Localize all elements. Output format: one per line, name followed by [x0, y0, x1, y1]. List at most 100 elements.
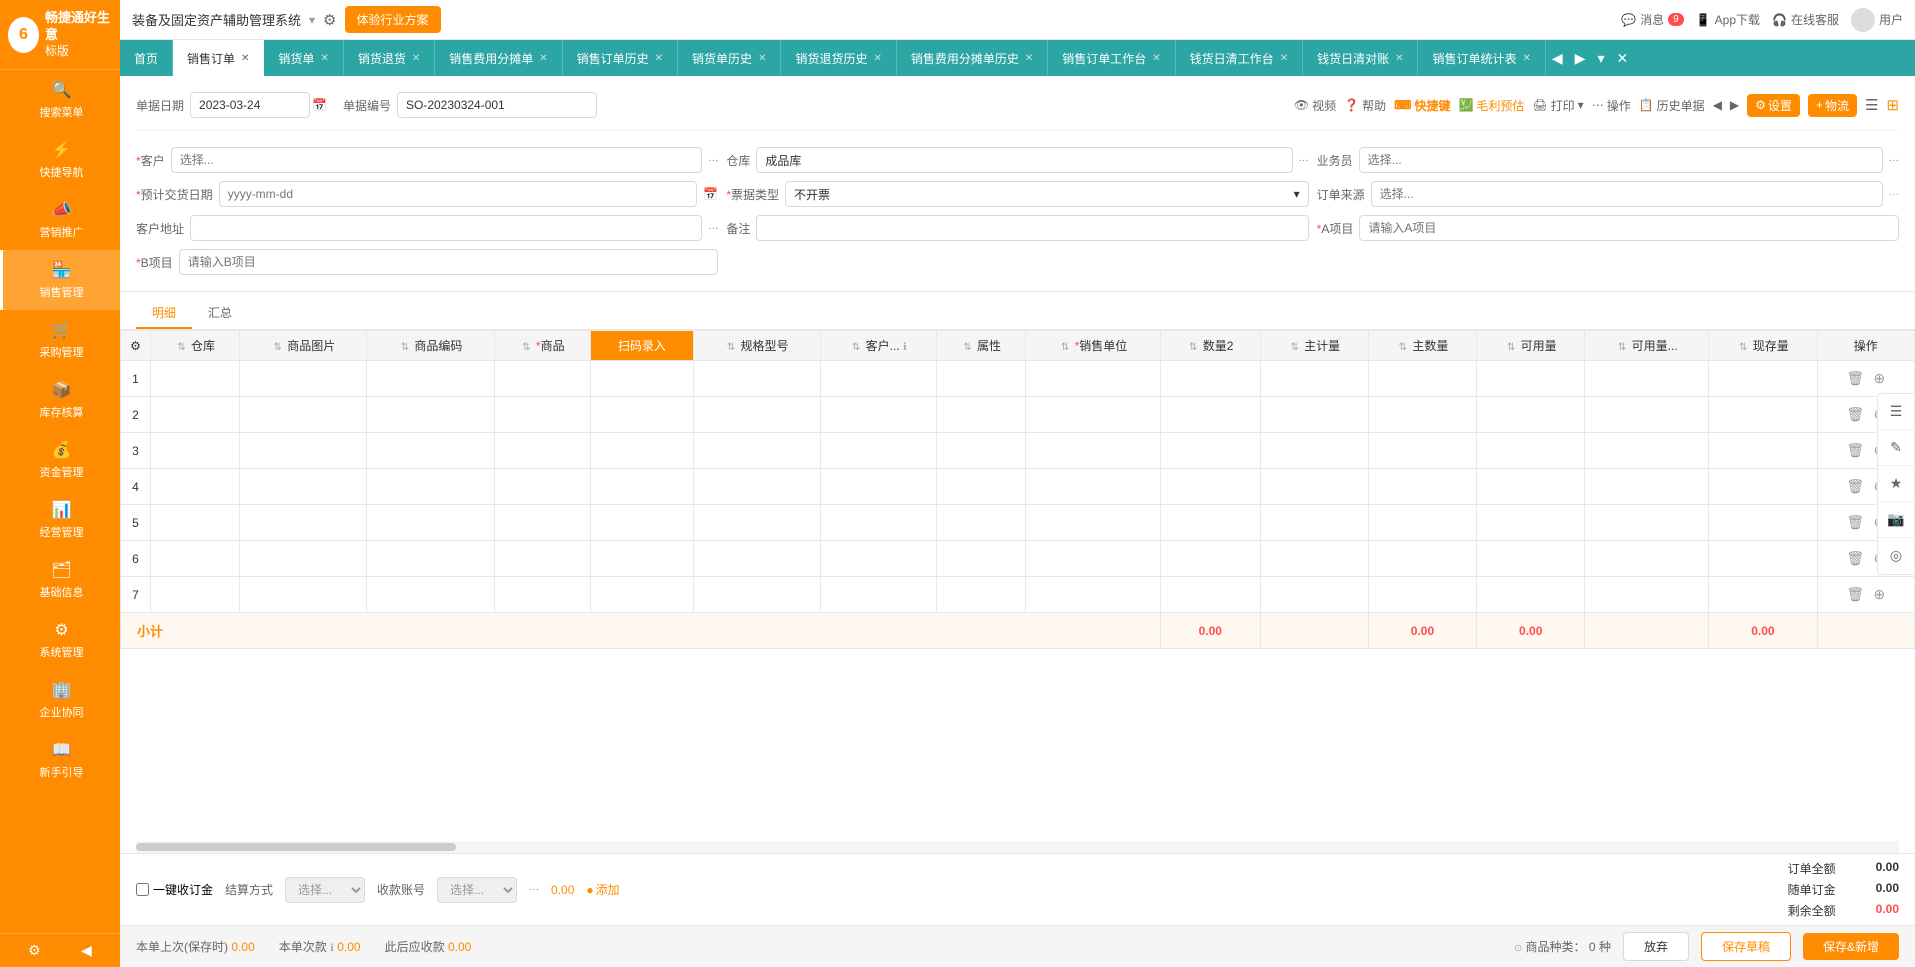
tab-sales-report[interactable]: 销售订单统计表 ✕ — [1418, 40, 1545, 76]
staff-more-icon[interactable]: ··· — [1889, 155, 1899, 166]
profit-btn[interactable]: 💹 毛利预估 — [1458, 97, 1524, 114]
cell-stock[interactable] — [1709, 505, 1817, 541]
cell-customer-code[interactable] — [820, 577, 936, 613]
tab-return-history[interactable]: 销货退货历史 ✕ — [781, 40, 896, 76]
one-click-confirm-checkbox[interactable]: 一键收订金 — [136, 881, 213, 898]
row-delete-icon[interactable]: 🗑 — [1846, 442, 1864, 458]
cell-stock[interactable] — [1709, 577, 1817, 613]
th-scan[interactable]: 扫码录入 — [591, 331, 693, 361]
bank-account-select[interactable]: 选择... — [437, 877, 517, 903]
cell-main-qty[interactable] — [1368, 397, 1476, 433]
delivery-date-input[interactable] — [219, 181, 698, 207]
table-scrollbar[interactable] — [136, 841, 1899, 853]
cell-customer-code[interactable] — [820, 397, 936, 433]
row-delete-icon[interactable]: 🗑 — [1846, 550, 1864, 566]
tab-close-history[interactable]: ✕ — [655, 53, 663, 64]
cell-spec[interactable] — [693, 397, 820, 433]
tab-sales-goods[interactable]: 销货单 ✕ — [264, 40, 343, 76]
cell-main-unit[interactable] — [1260, 505, 1368, 541]
cell-attribute[interactable] — [937, 397, 1026, 433]
help-btn[interactable]: ❓ 帮助 — [1344, 97, 1386, 114]
cell-code[interactable] — [367, 433, 494, 469]
sidebar-item-system[interactable]: ⚙ 系统管理 — [0, 610, 120, 670]
cell-qty2[interactable] — [1160, 433, 1260, 469]
cell-main-qty[interactable] — [1368, 541, 1476, 577]
tab-close-sales-expense[interactable]: ✕ — [539, 53, 547, 64]
cell-sales-unit[interactable] — [1026, 433, 1160, 469]
th-settings[interactable]: ⚙ — [121, 331, 151, 361]
cell-main-unit[interactable] — [1260, 577, 1368, 613]
cell-attribute[interactable] — [937, 361, 1026, 397]
th-image[interactable]: ⇅ 商品图片 — [240, 331, 367, 361]
cell-qty2[interactable] — [1160, 469, 1260, 505]
th-available[interactable]: ⇅ 可用量 — [1477, 331, 1585, 361]
side-float-camera-icon[interactable]: 📷 — [1878, 502, 1914, 538]
tab-sales-return[interactable]: 销货退货 ✕ — [344, 40, 435, 76]
cell-qty2[interactable] — [1160, 541, 1260, 577]
cell-stock[interactable] — [1709, 397, 1817, 433]
print-btn[interactable]: 🖨 打印 ▾ — [1532, 97, 1583, 114]
history-btn[interactable]: 📋 历史单据 — [1639, 97, 1705, 114]
tab-order-workbench[interactable]: 销售订单工作台 ✕ — [1048, 40, 1175, 76]
settings-btn[interactable]: ⚙ 设置 — [1747, 94, 1800, 117]
cell-main-qty[interactable] — [1368, 469, 1476, 505]
operate-btn[interactable]: ⋯ 操作 — [1592, 97, 1631, 114]
bank-more-icon[interactable]: ··· — [529, 884, 539, 895]
cell-warehouse[interactable] — [151, 505, 240, 541]
cell-spec[interactable] — [693, 541, 820, 577]
cell-attribute[interactable] — [937, 577, 1026, 613]
online-service-btn[interactable]: 🎧 在线客服 — [1772, 11, 1839, 28]
cell-spec[interactable] — [693, 433, 820, 469]
tab-close-cash-rec[interactable]: ✕ — [1395, 53, 1403, 64]
title-dropdown-icon[interactable]: ▾ — [309, 13, 315, 27]
th-main-qty[interactable]: ⇅ 主数量 — [1368, 331, 1476, 361]
sidebar-item-marketing[interactable]: 📣 营销推广 — [0, 190, 120, 250]
tab-sales-goods-history[interactable]: 销货单历史 ✕ — [678, 40, 781, 76]
tab-sales-order-history[interactable]: 销售订单历史 ✕ — [563, 40, 678, 76]
cell-attribute[interactable] — [937, 433, 1026, 469]
cell-code[interactable] — [367, 397, 494, 433]
date-input[interactable]: 2023-03-24 — [190, 92, 310, 118]
cell-available[interactable] — [1477, 577, 1585, 613]
save-draft-btn[interactable]: 保存草稿 — [1701, 932, 1791, 961]
sidebar-item-guide[interactable]: 📖 新手引导 — [0, 730, 120, 790]
side-float-star-icon[interactable]: ★ — [1878, 466, 1914, 502]
cell-code[interactable] — [367, 361, 494, 397]
nav-next-icon[interactable]: ▶ — [1730, 98, 1739, 112]
tab-close-order-wb[interactable]: ✕ — [1152, 53, 1160, 64]
sidebar-item-enterprise[interactable]: 🏢 企业协同 — [0, 670, 120, 730]
save-new-btn[interactable]: 保存&新增 — [1803, 933, 1899, 960]
sidebar-item-inventory[interactable]: 📦 库存核算 — [0, 370, 120, 430]
cell-warehouse[interactable] — [151, 433, 240, 469]
tab-close-return-history[interactable]: ✕ — [873, 53, 881, 64]
warehouse-value[interactable]: 成品库 — [756, 147, 1292, 173]
row-delete-icon[interactable]: 🗑 — [1846, 478, 1864, 494]
sidebar-item-finance[interactable]: 💰 资金管理 — [0, 430, 120, 490]
row-copy-icon[interactable]: ⊕ — [1873, 370, 1885, 386]
th-spec[interactable]: ⇅ 规格型号 — [693, 331, 820, 361]
sidebar-item-search[interactable]: 🔍 搜索菜单 — [0, 70, 120, 130]
cell-main-unit[interactable] — [1260, 433, 1368, 469]
cell-qty2[interactable] — [1160, 397, 1260, 433]
remark-input[interactable] — [756, 215, 1308, 241]
one-click-checkbox-input[interactable] — [136, 883, 149, 896]
cell-available[interactable] — [1477, 541, 1585, 577]
sidebar-collapse-icon[interactable]: ◀ — [81, 942, 92, 959]
cell-main-unit[interactable] — [1260, 541, 1368, 577]
cell-qty2[interactable] — [1160, 505, 1260, 541]
sidebar-item-operations[interactable]: 📊 经营管理 — [0, 490, 120, 550]
th-stock[interactable]: ⇅ 现存量 — [1709, 331, 1817, 361]
cell-main-qty[interactable] — [1368, 505, 1476, 541]
sidebar-item-basic[interactable]: 🗂 基础信息 — [0, 550, 120, 610]
cell-sales-unit[interactable] — [1026, 505, 1160, 541]
sidebar-settings-icon[interactable]: ⚙ — [28, 942, 41, 959]
tab-close-goods-history[interactable]: ✕ — [758, 53, 766, 64]
message-btn[interactable]: 💬 消息 9 — [1621, 11, 1684, 28]
cell-available2[interactable] — [1585, 397, 1709, 433]
tab-close-sales-return[interactable]: ✕ — [412, 53, 420, 64]
view-btn[interactable]: 👁 视频 — [1294, 97, 1336, 114]
tab-detail[interactable]: 明细 — [136, 298, 192, 329]
cell-available[interactable] — [1477, 469, 1585, 505]
cell-qty2[interactable] — [1160, 361, 1260, 397]
sn-input[interactable]: SO-20230324-001 — [397, 92, 597, 118]
